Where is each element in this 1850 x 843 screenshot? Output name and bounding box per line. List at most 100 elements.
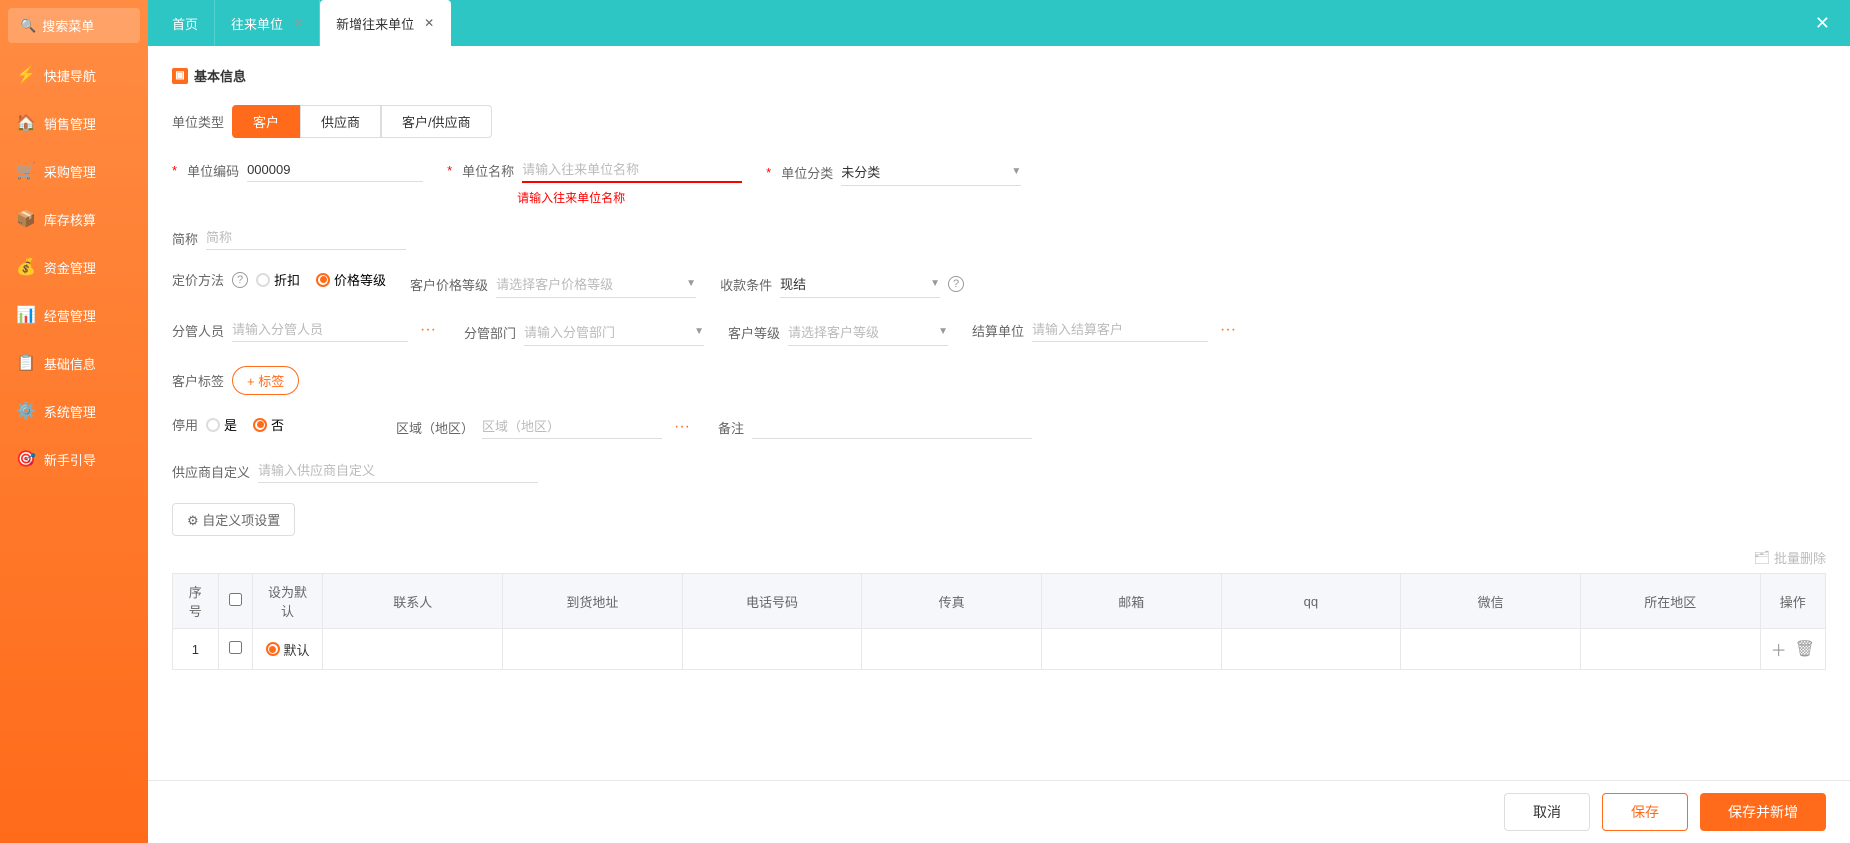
col-checkbox xyxy=(218,574,252,629)
fax-input[interactable] xyxy=(872,642,1031,657)
email-input[interactable] xyxy=(1052,642,1211,657)
inventory-icon: 📦 xyxy=(16,209,36,229)
section-basic-info: ▣ 基本信息 xyxy=(172,66,1826,85)
unit-name-required: * xyxy=(447,163,452,178)
payment-terms-group: 收款条件 现结 ▼ ? xyxy=(720,270,964,298)
sidebar-item-label: 新手引导 xyxy=(44,450,96,469)
batch-delete-label[interactable]: 批量删除 xyxy=(1774,548,1826,567)
pricing-radio-level[interactable]: 价格等级 xyxy=(316,270,386,289)
main-area: 首页 往来单位 ✕ 新增往来单位 ✕ ✕ ▣ 基本信息 单位类型 客户 供应商 … xyxy=(148,0,1850,843)
row-actions: ＋ 🗑 xyxy=(1771,637,1815,661)
disabled-region-row: 停用 是 否 区域（地区） ··· xyxy=(172,415,1826,439)
customer-price-level-select[interactable]: 请选择客户价格等级 ▼ xyxy=(496,270,696,298)
settlement-unit-more[interactable]: ··· xyxy=(1216,321,1240,339)
sidebar-item-label: 快捷导航 xyxy=(44,66,96,85)
batch-delete-area: 🗂 批量删除 xyxy=(172,548,1826,567)
tab-new-partner-label: 新增往来单位 xyxy=(336,14,414,33)
add-tag-button[interactable]: + 标签 xyxy=(232,366,299,395)
section-icon: ▣ xyxy=(172,68,188,84)
tab-bar-close-all[interactable]: ✕ xyxy=(1803,13,1842,34)
region-input[interactable] xyxy=(482,415,662,439)
sidebar-search[interactable]: 🔍 搜索菜单 xyxy=(8,8,140,43)
region-table-input[interactable] xyxy=(1591,642,1750,657)
customer-level-chevron: ▼ xyxy=(938,326,948,337)
cancel-button[interactable]: 取消 xyxy=(1504,793,1590,831)
unit-code-group: * 单位编码 xyxy=(172,158,423,182)
guide-icon: 🎯 xyxy=(16,449,36,469)
disabled-radio-no[interactable]: 否 xyxy=(253,415,284,434)
supplier-custom-label: 供应商自定义 xyxy=(172,462,250,481)
address-input[interactable] xyxy=(513,642,672,657)
save-new-button[interactable]: 保存并新增 xyxy=(1700,793,1826,831)
unit-category-select[interactable]: 未分类 ▼ xyxy=(841,158,1021,186)
manager-label: 分管人员 xyxy=(172,321,224,340)
short-name-input[interactable] xyxy=(206,226,406,250)
unit-btn-customer[interactable]: 客户 xyxy=(232,105,300,138)
unit-code-label: 单位编码 xyxy=(187,161,239,180)
unit-btn-both[interactable]: 客户/供应商 xyxy=(381,105,492,138)
tab-new-partner-close[interactable]: ✕ xyxy=(424,16,434,30)
unit-code-input[interactable] xyxy=(247,158,423,182)
sidebar-item-basic-info[interactable]: 📋 基础信息 xyxy=(0,339,148,387)
region-more[interactable]: ··· xyxy=(670,418,694,436)
pricing-radio-discount[interactable]: 折扣 xyxy=(256,270,300,289)
sidebar-item-purchase[interactable]: 🛒 采购管理 xyxy=(0,147,148,195)
tab-partners-close[interactable]: ✕ xyxy=(293,16,303,30)
unit-code-required: * xyxy=(172,163,177,178)
manager-group: 分管人员 ··· xyxy=(172,318,440,342)
wechat-input[interactable] xyxy=(1411,642,1570,657)
delete-row-button[interactable]: 🗑 xyxy=(1795,639,1815,659)
select-all-checkbox[interactable] xyxy=(229,593,242,606)
pricing-method-help[interactable]: ? xyxy=(232,272,248,288)
col-fax: 传真 xyxy=(862,574,1042,629)
cell-wechat xyxy=(1401,629,1581,670)
qq-input[interactable] xyxy=(1232,642,1391,657)
short-name-group: 简称 xyxy=(172,226,406,250)
default-radio[interactable]: 默认 xyxy=(263,640,313,659)
department-label: 分管部门 xyxy=(464,323,516,342)
customer-price-level-chevron: ▼ xyxy=(686,278,696,289)
payment-terms-select[interactable]: 现结 ▼ xyxy=(780,270,940,298)
sidebar-item-finance[interactable]: 💰 资金管理 xyxy=(0,243,148,291)
department-select[interactable]: 请输入分管部门 ▼ xyxy=(524,318,704,346)
sidebar-search-label: 搜索菜单 xyxy=(42,16,94,35)
col-serial: 序号 xyxy=(173,574,219,629)
unit-btn-supplier[interactable]: 供应商 xyxy=(300,105,381,138)
add-row-button[interactable]: ＋ xyxy=(1771,637,1787,661)
customer-price-level-label: 客户价格等级 xyxy=(410,275,488,294)
manager-input[interactable] xyxy=(232,318,408,342)
custom-settings-button[interactable]: ⚙ 自定义项设置 xyxy=(172,503,295,536)
supplier-custom-input[interactable] xyxy=(258,459,538,483)
unit-name-input[interactable] xyxy=(522,158,742,183)
code-name-category-row: * 单位编码 * 单位名称 请输入往来单位名称 * 单位分类 未分类 ▼ xyxy=(172,158,1826,206)
sidebar-item-operations[interactable]: 📊 经营管理 xyxy=(0,291,148,339)
cell-checkbox xyxy=(218,629,252,670)
tab-partners[interactable]: 往来单位 ✕ xyxy=(215,0,320,46)
batch-delete-icon: 🗂 xyxy=(1753,550,1770,566)
unit-name-label: 单位名称 xyxy=(462,161,514,180)
notes-input[interactable] xyxy=(752,415,1032,439)
col-address: 到货地址 xyxy=(503,574,683,629)
tab-home[interactable]: 首页 xyxy=(156,0,215,46)
settlement-unit-input[interactable] xyxy=(1032,318,1208,342)
contact-input[interactable] xyxy=(333,642,492,657)
payment-terms-help[interactable]: ? xyxy=(948,276,964,292)
disabled-radio-yes[interactable]: 是 xyxy=(206,415,237,434)
settlement-unit-group: 结算单位 ··· xyxy=(972,318,1240,342)
row-checkbox[interactable] xyxy=(229,641,242,654)
customer-price-level-placeholder: 请选择客户价格等级 xyxy=(496,274,682,293)
phone-input[interactable] xyxy=(693,642,852,657)
sidebar-item-guide[interactable]: 🎯 新手引导 xyxy=(0,435,148,483)
sidebar-item-quick-nav[interactable]: ⚡ 快捷导航 xyxy=(0,51,148,99)
tab-new-partner[interactable]: 新增往来单位 ✕ xyxy=(320,0,451,46)
manager-more[interactable]: ··· xyxy=(416,321,440,339)
col-email: 邮箱 xyxy=(1041,574,1221,629)
notes-label: 备注 xyxy=(718,418,744,437)
save-button[interactable]: 保存 xyxy=(1602,793,1688,831)
sidebar-item-inventory[interactable]: 📦 库存核算 xyxy=(0,195,148,243)
customer-level-select[interactable]: 请选择客户等级 ▼ xyxy=(788,318,948,346)
unit-type-buttons: 客户 供应商 客户/供应商 xyxy=(232,105,492,138)
sidebar-item-system[interactable]: ⚙️ 系统管理 xyxy=(0,387,148,435)
sidebar-item-sales[interactable]: 🏠 销售管理 xyxy=(0,99,148,147)
supplier-custom-row: 供应商自定义 xyxy=(172,459,1826,483)
